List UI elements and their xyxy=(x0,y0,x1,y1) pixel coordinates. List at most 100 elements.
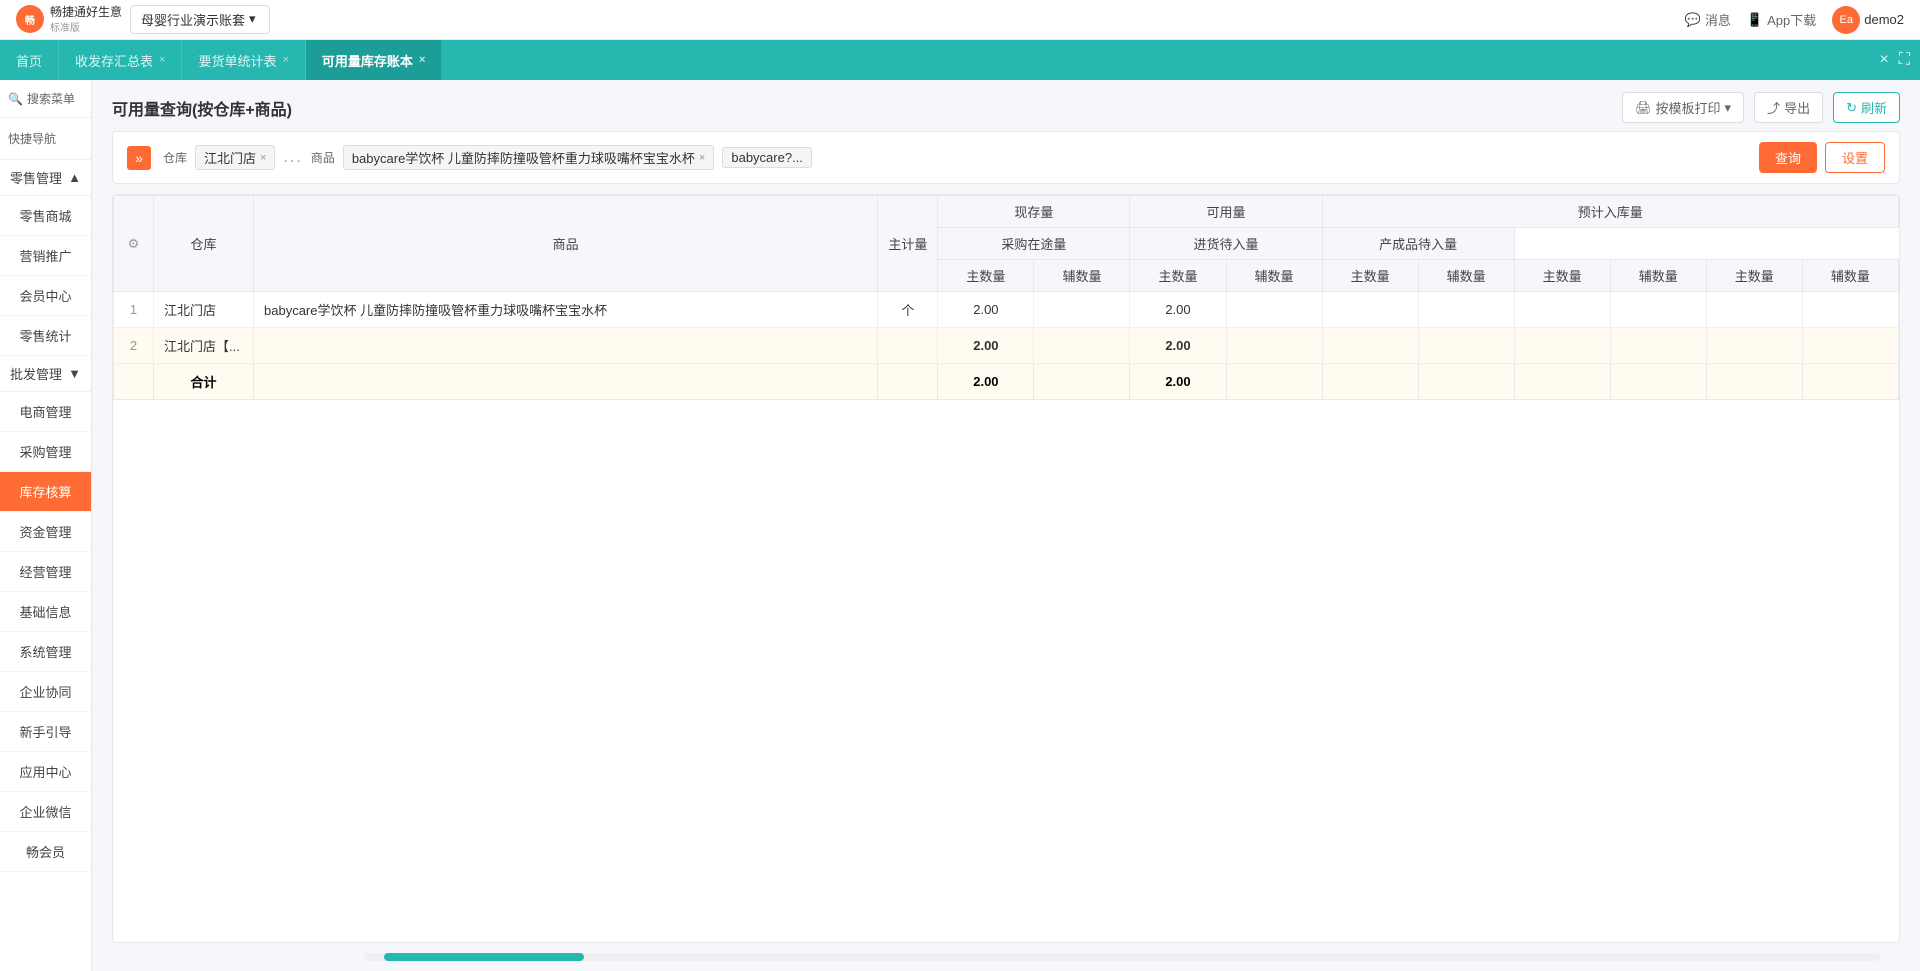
row-index: 1 xyxy=(114,292,154,328)
query-button[interactable]: 查询 xyxy=(1759,142,1817,173)
setting-button[interactable]: 设置 xyxy=(1825,142,1885,173)
inventory-table: ⚙ 仓库 商品 主计量 现存量 可用量 预计入库量 采购在途量 进货待入量 产成… xyxy=(113,195,1899,400)
print-button[interactable]: 🖨 按模板打印 ▾ xyxy=(1622,92,1744,123)
warehouse-filter-tag[interactable]: 江北门店 × xyxy=(195,145,275,170)
sidebar-item-newbie-label: 新手引导 xyxy=(19,725,71,740)
topbar: 畅 畅捷通好生意 标准版 母婴行业演示账套 ▾ 💬 消息 📱 App下载 Ea … xyxy=(0,0,1920,40)
product-filter-tag2[interactable]: babycare?... xyxy=(722,147,812,168)
sidebar-item-retail-mgmt-label: 零售管理 xyxy=(10,168,62,187)
sidebar-item-purchase[interactable]: 采购管理 xyxy=(0,432,91,472)
user-area[interactable]: Ea demo2 xyxy=(1832,6,1904,34)
footer-stock-aux xyxy=(1034,364,1130,400)
sidebar-item-enterprise-wechat-label: 企业微信 xyxy=(19,805,71,820)
row-warehouse: 江北门店【... xyxy=(154,328,254,364)
row-avail-aux xyxy=(1226,292,1322,328)
row-product xyxy=(254,328,878,364)
print-label: 按模板打印 xyxy=(1656,98,1721,117)
sidebar-item-operations[interactable]: 经营管理 xyxy=(0,552,91,592)
settings-header[interactable]: ⚙ xyxy=(114,196,154,292)
export-icon: ⤴ xyxy=(1767,98,1780,117)
sidebar-item-ecommerce-label: 电商管理 xyxy=(19,405,71,420)
table-footer: 合计 2.00 2.00 xyxy=(114,364,1899,400)
sidebar-item-app-center[interactable]: 应用中心 xyxy=(0,752,91,792)
refresh-button[interactable]: ↻ 刷新 xyxy=(1833,92,1900,123)
sidebar-item-inventory[interactable]: 库存核算 xyxy=(0,472,91,512)
product-filter-tag1[interactable]: babycare学饮杯 儿童防摔防撞吸管杯重力球吸嘴杯宝宝水杯 × xyxy=(343,145,715,170)
sidebar-item-member[interactable]: 会员中心 xyxy=(0,276,91,316)
tab-order-stats[interactable]: 要货单统计表 × xyxy=(182,40,305,80)
tab-available-stock[interactable]: 可用量库存账本 × xyxy=(306,40,442,80)
footer-inbound-main xyxy=(1514,364,1610,400)
prod-aux-header: 辅数量 xyxy=(1802,260,1898,292)
filter-group: 仓库 江北门店 × ... 商品 babycare学饮杯 儿童防摔防撞吸管杯重力… xyxy=(163,145,1747,170)
tab-receivables[interactable]: 收发存汇总表 × xyxy=(59,40,182,80)
table-row: 2 江北门店【... 2.00 2.00 xyxy=(114,328,1899,364)
sidebar-item-ecommerce[interactable]: 电商管理 xyxy=(0,392,91,432)
app-download-button[interactable]: 📱 App下载 xyxy=(1747,10,1816,29)
inbound-aux-header: 辅数量 xyxy=(1610,260,1706,292)
warehouse-tag-remove[interactable]: × xyxy=(260,152,266,164)
footer-label: 合计 xyxy=(154,364,254,400)
row-avail-aux xyxy=(1226,328,1322,364)
row-product: babycare学饮杯 儿童防摔防撞吸管杯重力球吸嘴杯宝宝水杯 xyxy=(254,292,878,328)
filter-actions: 查询 设置 xyxy=(1759,142,1885,173)
stock-header: 现存量 xyxy=(938,196,1130,228)
sidebar-search[interactable]: 🔍 搜索菜单 xyxy=(0,80,91,118)
refresh-icon: ↻ xyxy=(1846,100,1857,116)
sidebar-quick-nav[interactable]: 快捷导航 xyxy=(0,118,91,160)
footer-avail-main: 2.00 xyxy=(1130,364,1226,400)
scrollbar-thumb[interactable] xyxy=(384,953,584,961)
product-header: 商品 xyxy=(254,196,878,292)
table-footer-row: 合计 2.00 2.00 xyxy=(114,364,1899,400)
footer-prod-main xyxy=(1706,364,1802,400)
row-inbound-main xyxy=(1514,292,1610,328)
sidebar-item-marketing[interactable]: 营销推广 xyxy=(0,236,91,276)
row-unit: 个 xyxy=(878,292,938,328)
tab-order-stats-close[interactable]: × xyxy=(282,54,288,66)
close-all-icon[interactable]: × xyxy=(1879,51,1888,69)
sidebar-item-enterprise-collab[interactable]: 企业协同 xyxy=(0,672,91,712)
message-button[interactable]: 💬 消息 xyxy=(1685,10,1731,29)
industry-selector[interactable]: 母婴行业演示账套 ▾ xyxy=(130,5,270,34)
horizontal-scrollbar[interactable] xyxy=(364,953,1880,961)
warehouse-more-icon[interactable]: ... xyxy=(283,149,302,167)
filter-expand-button[interactable]: » xyxy=(127,146,151,170)
product-tag1-remove[interactable]: × xyxy=(699,152,705,164)
sidebar-item-finance[interactable]: 资金管理 xyxy=(0,512,91,552)
sidebar-item-member-plus[interactable]: 畅会员 xyxy=(0,832,91,872)
nav-tabs-actions: × ⛶ xyxy=(1869,40,1920,80)
row-unit xyxy=(878,328,938,364)
content-area: 可用量查询(按仓库+商品) 🖨 按模板打印 ▾ ⤴ 导出 ↻ 刷新 » xyxy=(92,80,1920,971)
sidebar-item-retail-stats[interactable]: 零售统计 xyxy=(0,316,91,356)
sidebar-item-wholesale-mgmt[interactable]: 批发管理 ▼ xyxy=(0,356,91,392)
message-label: 消息 xyxy=(1705,10,1731,29)
row-pur-aux xyxy=(1418,292,1514,328)
export-button[interactable]: ⤴ 导出 xyxy=(1754,92,1823,123)
refresh-label: 刷新 xyxy=(1861,98,1887,117)
sidebar-item-newbie-guide[interactable]: 新手引导 xyxy=(0,712,91,752)
settings-icon[interactable]: ⚙ xyxy=(125,235,143,253)
logo-icon: 畅 xyxy=(16,5,44,33)
sidebar-item-enterprise-collab-label: 企业协同 xyxy=(19,685,71,700)
user-name: demo2 xyxy=(1864,12,1904,27)
sidebar-item-basic-info[interactable]: 基础信息 xyxy=(0,592,91,632)
page-header: 可用量查询(按仓库+商品) 🖨 按模板打印 ▾ ⤴ 导出 ↻ 刷新 xyxy=(92,80,1920,131)
tab-home[interactable]: 首页 xyxy=(0,40,59,80)
tab-available-stock-close[interactable]: × xyxy=(419,54,425,66)
sidebar-item-basic-info-label: 基础信息 xyxy=(19,605,71,620)
sidebar-item-wholesale-label: 批发管理 xyxy=(10,364,62,383)
row-inbound-main xyxy=(1514,328,1610,364)
sidebar-item-member-label: 会员中心 xyxy=(19,289,71,304)
sidebar-item-retail-mgmt[interactable]: 零售管理 ▲ xyxy=(0,160,91,196)
table-body: 1 江北门店 babycare学饮杯 儿童防摔防撞吸管杯重力球吸嘴杯宝宝水杯 个… xyxy=(114,292,1899,364)
main-layout: 🔍 搜索菜单 快捷导航 零售管理 ▲ 零售商城 营销推广 会员中心 零售统计 批… xyxy=(0,80,1920,971)
footer-empty2 xyxy=(254,364,878,400)
sidebar-item-enterprise-wechat[interactable]: 企业微信 xyxy=(0,792,91,832)
sidebar-quick-nav-label: 快捷导航 xyxy=(0,126,91,151)
tab-receivables-close[interactable]: × xyxy=(159,54,165,66)
pur-aux-header: 辅数量 xyxy=(1418,260,1514,292)
fullscreen-icon[interactable]: ⛶ xyxy=(1899,51,1910,69)
sidebar-item-retail-mall[interactable]: 零售商城 xyxy=(0,196,91,236)
sidebar-item-system-mgmt[interactable]: 系统管理 xyxy=(0,632,91,672)
avail-main-header: 主数量 xyxy=(1130,260,1226,292)
